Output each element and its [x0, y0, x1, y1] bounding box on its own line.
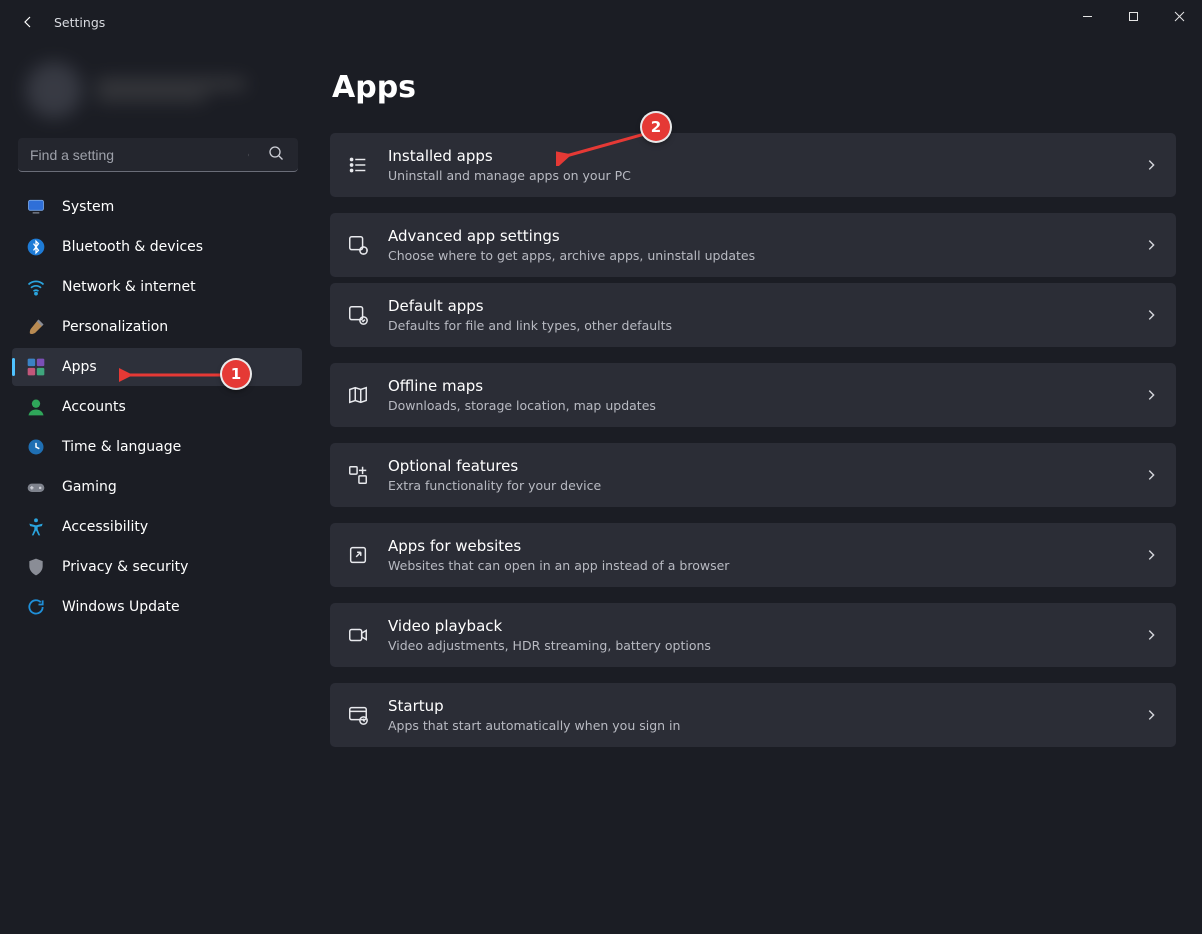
card-desc: Downloads, storage location, map updates — [388, 398, 1126, 413]
accessibility-icon — [26, 517, 46, 537]
arrow-left-icon — [20, 14, 36, 30]
card-title: Installed apps — [388, 147, 1126, 165]
card-desc: Uninstall and manage apps on your PC — [388, 168, 1126, 183]
sidebar-item-label: Time & language — [62, 439, 181, 455]
card-optional-features[interactable]: Optional features Extra functionality fo… — [330, 443, 1176, 507]
open-external-icon — [346, 543, 370, 567]
titlebar: Settings — [0, 0, 1202, 44]
card-title: Advanced app settings — [388, 227, 1126, 245]
card-title: Video playback — [388, 617, 1126, 635]
gamepad-icon — [26, 477, 46, 497]
sidebar-item-label: Apps — [62, 359, 97, 375]
close-button[interactable] — [1156, 0, 1202, 32]
sidebar-item-bluetooth[interactable]: Bluetooth & devices — [12, 228, 302, 266]
update-icon — [26, 597, 46, 617]
app-gear-icon — [346, 233, 370, 257]
sidebar-item-label: Accessibility — [62, 519, 148, 535]
sidebar-item-label: System — [62, 199, 114, 215]
card-list: Installed apps Uninstall and manage apps… — [330, 133, 1176, 747]
sidebar-item-label: Personalization — [62, 319, 168, 335]
page-title: Apps — [332, 70, 1176, 105]
apps-icon — [26, 357, 46, 377]
annotation-marker-2: 2 — [642, 113, 670, 141]
video-icon — [346, 623, 370, 647]
sidebar-item-accounts[interactable]: Accounts — [12, 388, 302, 426]
clock-icon — [26, 437, 46, 457]
nav-list: System Bluetooth & devices Network & int… — [8, 188, 308, 626]
startup-icon — [346, 703, 370, 727]
avatar — [26, 62, 82, 118]
minimize-icon — [1082, 11, 1093, 22]
annotation-marker-1: 1 — [222, 360, 250, 388]
close-icon — [1174, 11, 1185, 22]
bluetooth-icon — [26, 237, 46, 257]
card-default-apps[interactable]: Default apps Defaults for file and link … — [330, 283, 1176, 347]
chevron-right-icon — [1144, 158, 1158, 172]
sidebar-item-gaming[interactable]: Gaming — [12, 468, 302, 506]
text-cursor-icon — [248, 146, 249, 164]
shield-icon — [26, 557, 46, 577]
card-desc: Apps that start automatically when you s… — [388, 718, 1126, 733]
card-installed-apps[interactable]: Installed apps Uninstall and manage apps… — [330, 133, 1176, 197]
search-input[interactable] — [18, 138, 298, 172]
sidebar-item-label: Bluetooth & devices — [62, 239, 203, 255]
card-desc: Video adjustments, HDR streaming, batter… — [388, 638, 1126, 653]
sidebar: System Bluetooth & devices Network & int… — [0, 44, 308, 934]
window-controls — [1064, 0, 1202, 32]
map-icon — [346, 383, 370, 407]
search-icon — [268, 145, 284, 161]
annotation-arrow-1 — [119, 363, 229, 387]
card-title: Apps for websites — [388, 537, 1126, 555]
minimize-button[interactable] — [1064, 0, 1110, 32]
monitor-icon — [26, 197, 46, 217]
search-box[interactable] — [18, 138, 298, 172]
sidebar-item-privacy[interactable]: Privacy & security — [12, 548, 302, 586]
card-offline-maps[interactable]: Offline maps Downloads, storage location… — [330, 363, 1176, 427]
main-content: Apps Installed apps Uninstall and manage… — [308, 44, 1202, 934]
chevron-right-icon — [1144, 548, 1158, 562]
maximize-button[interactable] — [1110, 0, 1156, 32]
card-desc: Defaults for file and link types, other … — [388, 318, 1126, 333]
maximize-icon — [1128, 11, 1139, 22]
card-title: Startup — [388, 697, 1126, 715]
chevron-right-icon — [1144, 388, 1158, 402]
features-icon — [346, 463, 370, 487]
brush-icon — [26, 317, 46, 337]
list-icon — [346, 153, 370, 177]
card-startup[interactable]: Startup Apps that start automatically wh… — [330, 683, 1176, 747]
card-title: Optional features — [388, 457, 1126, 475]
default-apps-icon — [346, 303, 370, 327]
sidebar-item-network[interactable]: Network & internet — [12, 268, 302, 306]
sidebar-item-accessibility[interactable]: Accessibility — [12, 508, 302, 546]
sidebar-item-label: Network & internet — [62, 279, 196, 295]
back-button[interactable] — [14, 8, 42, 36]
wifi-icon — [26, 277, 46, 297]
app-title: Settings — [54, 15, 105, 30]
sidebar-item-label: Windows Update — [62, 599, 180, 615]
sidebar-item-system[interactable]: System — [12, 188, 302, 226]
chevron-right-icon — [1144, 708, 1158, 722]
card-title: Default apps — [388, 297, 1126, 315]
chevron-right-icon — [1144, 468, 1158, 482]
card-desc: Websites that can open in an app instead… — [388, 558, 1126, 573]
card-apps-for-websites[interactable]: Apps for websites Websites that can open… — [330, 523, 1176, 587]
sidebar-item-label: Gaming — [62, 479, 117, 495]
chevron-right-icon — [1144, 238, 1158, 252]
card-advanced-app-settings[interactable]: Advanced app settings Choose where to ge… — [330, 213, 1176, 277]
sidebar-item-time[interactable]: Time & language — [12, 428, 302, 466]
card-desc: Choose where to get apps, archive apps, … — [388, 248, 1126, 263]
card-video-playback[interactable]: Video playback Video adjustments, HDR st… — [330, 603, 1176, 667]
sidebar-item-label: Accounts — [62, 399, 126, 415]
user-icon — [26, 397, 46, 417]
sidebar-item-personalization[interactable]: Personalization — [12, 308, 302, 346]
chevron-right-icon — [1144, 308, 1158, 322]
card-title: Offline maps — [388, 377, 1126, 395]
chevron-right-icon — [1144, 628, 1158, 642]
sidebar-item-update[interactable]: Windows Update — [12, 588, 302, 626]
profile-area[interactable] — [26, 52, 298, 128]
sidebar-item-label: Privacy & security — [62, 559, 188, 575]
card-desc: Extra functionality for your device — [388, 478, 1126, 493]
